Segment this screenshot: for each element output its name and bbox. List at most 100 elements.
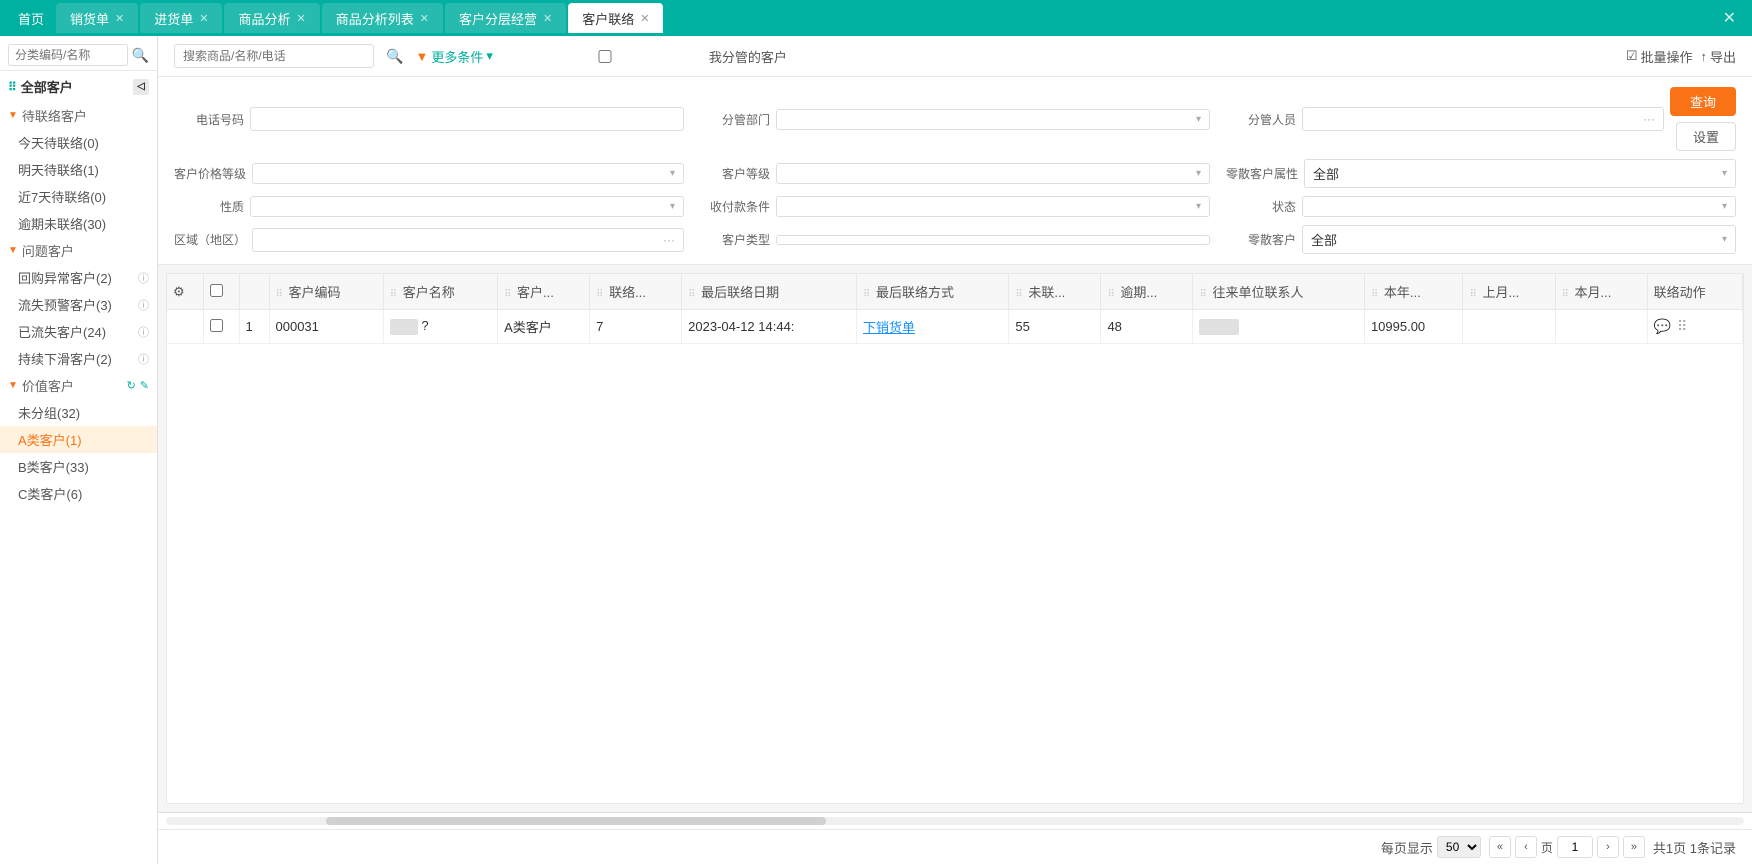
person-select[interactable]: ··· xyxy=(1302,107,1664,131)
sidebar-item-type-c[interactable]: C类客户(6) xyxy=(0,480,157,507)
sidebar-item-declining[interactable]: 持续下滑客户(2) ⓘ xyxy=(0,345,157,372)
sidebar-search-icon[interactable]: 🔍 xyxy=(132,47,149,64)
filter-search-icon[interactable]: 🔍 xyxy=(386,48,403,65)
sidebar-item-type-b[interactable]: B类客户(33) xyxy=(0,453,157,480)
area-label: 区域（地区） xyxy=(174,231,246,248)
sidebar-item-churned[interactable]: 已流失客户(24) ⓘ xyxy=(0,318,157,345)
customer-name-text: ? xyxy=(421,318,428,333)
close-purchase-tab[interactable]: ✕ xyxy=(199,12,208,25)
th-this-month[interactable]: ⠿ 本月... xyxy=(1555,274,1647,310)
row-action-more-icon[interactable]: ⠿ xyxy=(1677,318,1687,335)
search-input[interactable] xyxy=(174,44,374,68)
nav-tab-analysis[interactable]: 商品分析 ✕ xyxy=(224,3,319,33)
sidebar-pending-section[interactable]: ▼ 待联络客户 xyxy=(0,102,157,129)
sidebar-item-overdue[interactable]: 逾期未联络(30) xyxy=(0,210,157,237)
sidebar-collapse-btn[interactable]: ◁ xyxy=(133,79,149,95)
filter-more-conditions[interactable]: ▼ 更多条件 ▾ xyxy=(415,47,492,66)
nav-tab-analysis-list[interactable]: 商品分析列表 ✕ xyxy=(322,3,443,33)
last-contact-link[interactable]: 下销货单 xyxy=(863,320,915,335)
area-select[interactable]: ··· xyxy=(252,228,684,252)
th-settings[interactable]: ⚙ xyxy=(167,274,203,310)
th-customer-code[interactable]: ⠿ 客户编码 xyxy=(269,274,383,310)
row-checkbox[interactable] xyxy=(210,319,223,332)
value-edit-icon[interactable]: ✎ xyxy=(140,379,149,392)
abnormal-info-icon: ⓘ xyxy=(138,270,149,286)
th-customer-type[interactable]: ⠿ 客户... xyxy=(498,274,590,310)
th-customer-name[interactable]: ⠿ 客户名称 xyxy=(383,274,497,310)
page-number-input[interactable] xyxy=(1557,836,1593,858)
td-last-contact-method[interactable]: 下销货单 xyxy=(856,310,1008,344)
my-customers-filter[interactable]: 我分管的客户 xyxy=(505,47,787,66)
export-icon: ↑ xyxy=(1700,49,1707,64)
nav-tab-sales[interactable]: 销货单 ✕ xyxy=(56,3,138,33)
sidebar-value-section[interactable]: ▼ 价值客户 ↻ ✎ xyxy=(0,372,157,399)
sidebar-item-tomorrow-pending[interactable]: 明天待联络(1) xyxy=(0,156,157,183)
th-checkbox[interactable] xyxy=(203,274,239,310)
problem-arrow-icon: ▼ xyxy=(8,245,18,256)
th-last-month[interactable]: ⠿ 上月... xyxy=(1463,274,1555,310)
close-customer-contact-tab[interactable]: ✕ xyxy=(640,12,649,25)
sidebar-item-abnormal[interactable]: 回购异常客户(2) ⓘ xyxy=(0,264,157,291)
td-customer-type: A类客户 xyxy=(498,310,590,344)
td-this-year: 10995.00 xyxy=(1364,310,1463,344)
row-action-message-icon[interactable]: 💬 xyxy=(1654,318,1671,335)
th-no-contact-days[interactable]: ⠿ 未联... xyxy=(1009,274,1101,310)
th-contact-count[interactable]: ⠿ 联络... xyxy=(590,274,682,310)
sidebar-item-unclassified[interactable]: 未分组(32) xyxy=(0,399,157,426)
filter-bar: 🔍 ▼ 更多条件 ▾ 我分管的客户 ☑ 批量操作 ↑ 导出 xyxy=(158,36,1752,77)
nav-tab-customer-tier[interactable]: 客户分层经营 ✕ xyxy=(445,3,566,33)
retail-attr-select[interactable]: 全部 ▾ xyxy=(1304,159,1736,188)
sidebar-item-churn-warning[interactable]: 流失预警客户(3) ⓘ xyxy=(0,291,157,318)
query-button[interactable]: 查询 xyxy=(1670,87,1736,116)
sidebar-item-7days-pending[interactable]: 近7天待联络(0) xyxy=(0,183,157,210)
my-customers-checkbox[interactable] xyxy=(505,50,705,63)
next-page-btn[interactable]: › xyxy=(1597,836,1619,858)
row-actions: 💬 ⠿ xyxy=(1654,318,1736,335)
sidebar-item-type-a[interactable]: A类客户(1) xyxy=(0,426,157,453)
dept-select[interactable]: ▾ xyxy=(776,109,1210,130)
th-last-contact-method[interactable]: ⠿ 最后联络方式 xyxy=(856,274,1008,310)
status-select[interactable]: ▾ xyxy=(1302,196,1736,217)
sidebar-all-customers[interactable]: ⠿ 全部客户 ◁ xyxy=(0,71,157,102)
page-size-select[interactable]: 50 xyxy=(1437,836,1481,858)
price-level-select[interactable]: ▾ xyxy=(252,163,684,184)
settings-button[interactable]: 设置 xyxy=(1676,122,1736,151)
scrollbar-thumb[interactable] xyxy=(326,817,826,825)
value-refresh-icon[interactable]: ↻ xyxy=(127,379,136,392)
sidebar-search-input[interactable] xyxy=(8,44,128,66)
last-page-btn[interactable]: » xyxy=(1623,836,1645,858)
payment-label: 收付款条件 xyxy=(700,198,770,215)
table-row: 1 000031 ? A类客户 7 2023-04-12 14:44: 下销货单… xyxy=(167,310,1743,344)
select-all-checkbox[interactable] xyxy=(210,284,223,297)
close-analysis-list-tab[interactable]: ✕ xyxy=(420,12,429,25)
payment-select[interactable]: ▾ xyxy=(776,196,1210,217)
export-btn[interactable]: ↑ 导出 xyxy=(1700,47,1736,66)
nav-home[interactable]: 首页 xyxy=(8,5,54,32)
first-page-btn[interactable]: « xyxy=(1489,836,1511,858)
settings-gear-icon[interactable]: ⚙ xyxy=(173,284,185,299)
sidebar-item-today-pending[interactable]: 今天待联络(0) xyxy=(0,129,157,156)
th-overdue-days[interactable]: ⠿ 逾期... xyxy=(1101,274,1193,310)
th-contact-person[interactable]: ⠿ 往来单位联系人 xyxy=(1193,274,1364,310)
close-analysis-tab[interactable]: ✕ xyxy=(297,12,306,25)
phone-input[interactable] xyxy=(250,107,684,131)
customer-level-select[interactable]: ▾ xyxy=(776,163,1210,184)
retail-customer-select[interactable]: 全部 ▾ xyxy=(1302,225,1736,254)
nature-filter-row: 性质 ▾ xyxy=(174,196,684,217)
close-customer-tier-tab[interactable]: ✕ xyxy=(543,12,552,25)
close-sales-tab[interactable]: ✕ xyxy=(115,12,124,25)
batch-operation-btn[interactable]: ☑ 批量操作 xyxy=(1626,47,1693,66)
nature-select[interactable]: ▾ xyxy=(250,196,684,217)
prev-page-btn[interactable]: ‹ xyxy=(1515,836,1537,858)
th-last-contact-date[interactable]: ⠿ 最后联络日期 xyxy=(682,274,857,310)
th-this-year[interactable]: ⠿ 本年... xyxy=(1364,274,1463,310)
customer-type-select[interactable] xyxy=(776,235,1210,245)
th-no xyxy=(239,274,269,310)
td-checkbox[interactable] xyxy=(203,310,239,344)
close-all-tabs[interactable]: ✕ xyxy=(1715,4,1744,32)
nav-tab-customer-contact[interactable]: 客户联络 ✕ xyxy=(568,3,663,33)
nav-tab-purchase[interactable]: 进货单 ✕ xyxy=(140,3,222,33)
td-last-month xyxy=(1463,310,1555,344)
area-dots-icon: ··· xyxy=(663,233,675,247)
sidebar-problem-section[interactable]: ▼ 问题客户 xyxy=(0,237,157,264)
